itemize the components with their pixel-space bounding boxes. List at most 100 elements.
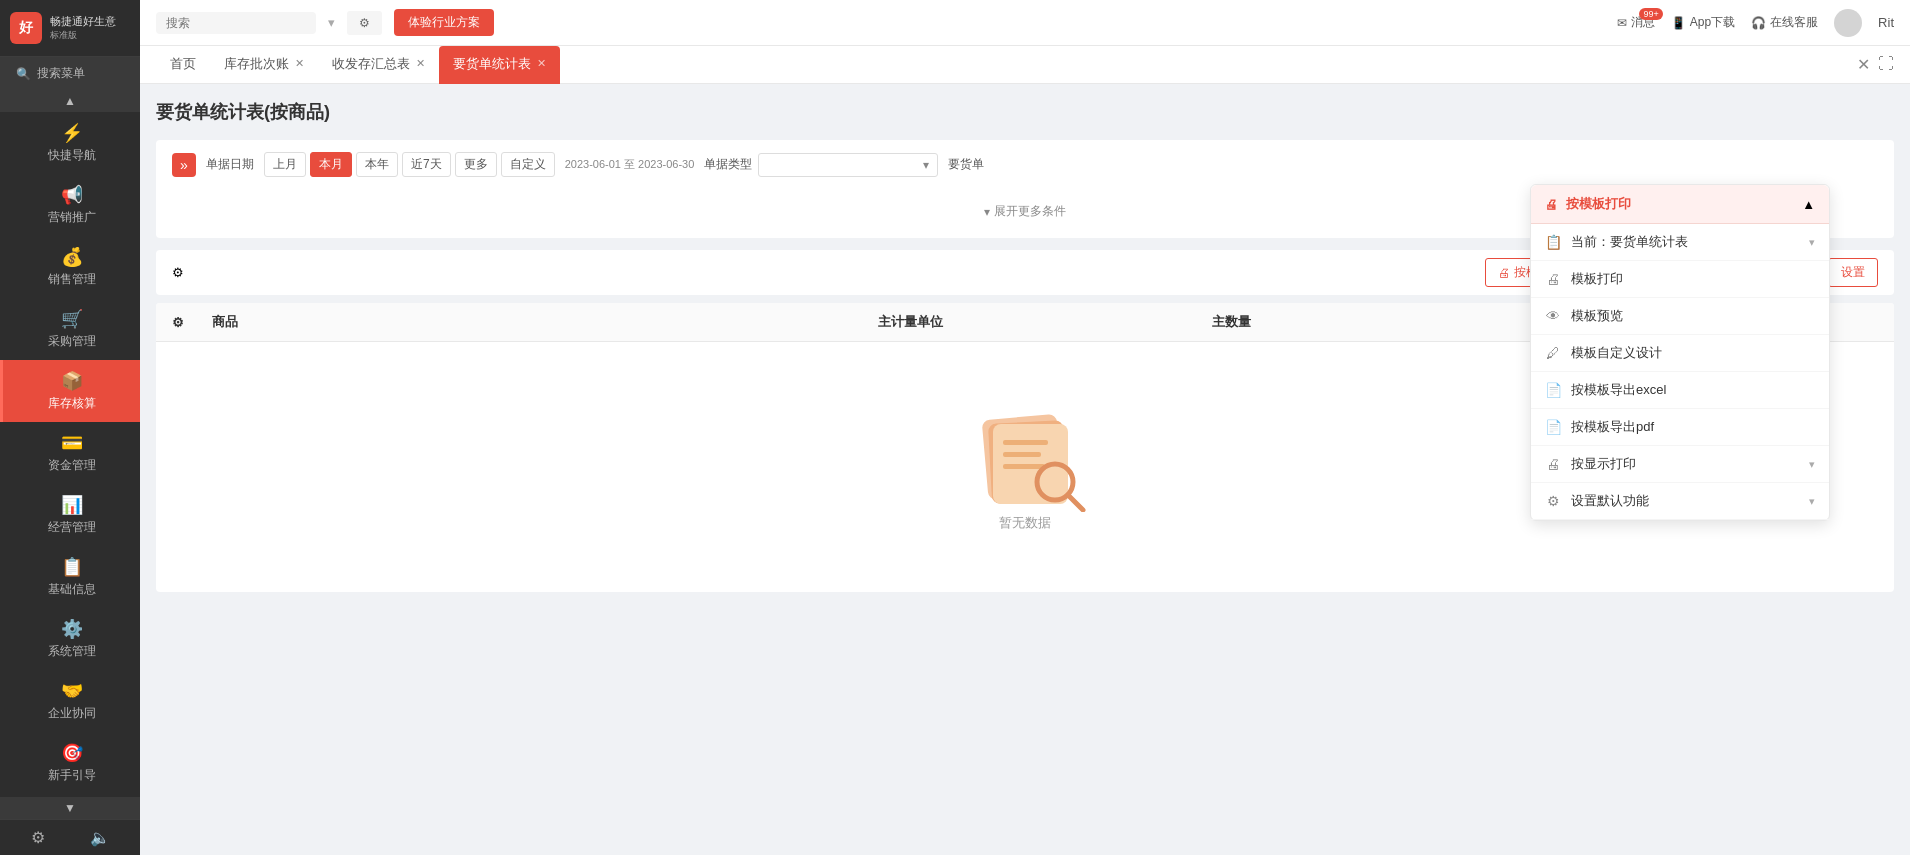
- dropdown-close-arrow[interactable]: ▲: [1802, 197, 1815, 212]
- template-design-icon: 🖊: [1545, 345, 1561, 361]
- dropdown-current-template[interactable]: 📋 当前：要货单统计表 ▾: [1531, 224, 1829, 261]
- sidebar-item-sales[interactable]: 💰 销售管理: [0, 236, 140, 298]
- quick-nav-label: 快捷导航: [48, 147, 96, 164]
- tab-order-summary[interactable]: 要货单统计表 ✕: [439, 46, 560, 84]
- date-btn-this-month[interactable]: 本月: [310, 152, 352, 177]
- empty-message: 暂无数据: [999, 514, 1051, 532]
- basic-label: 基础信息: [48, 581, 96, 598]
- dropdown-display-print[interactable]: 🖨 按显示打印 ▾: [1531, 446, 1829, 483]
- tab-batch-close[interactable]: ✕: [295, 57, 304, 70]
- col-settings[interactable]: ⚙: [172, 315, 212, 330]
- online-service-label: 在线客服: [1770, 14, 1818, 31]
- collab-icon: 🤝: [61, 680, 83, 702]
- order-type-filter: 单据类型 ▾: [704, 153, 938, 177]
- export-excel-icon: 📄: [1545, 382, 1561, 398]
- sidebar-scroll-up[interactable]: ▲: [0, 90, 140, 112]
- date-btn-last-month[interactable]: 上月: [264, 152, 306, 177]
- display-print-label: 按显示打印: [1571, 455, 1636, 473]
- online-service-btn[interactable]: 🎧 在线客服: [1751, 14, 1818, 31]
- filter-expand-btn[interactable]: »: [172, 153, 196, 177]
- sidebar-item-marketing[interactable]: 📢 营销推广: [0, 174, 140, 236]
- sidebar-bottom: ⚙ 🔈: [0, 819, 140, 855]
- display-print-arrow: ▾: [1809, 458, 1815, 471]
- audio-btn[interactable]: 🔈: [90, 828, 110, 847]
- tab-order-label: 要货单统计表: [453, 55, 531, 73]
- trial-btn[interactable]: 体验行业方案: [394, 9, 494, 36]
- search-dropdown-arrow[interactable]: ▾: [328, 15, 335, 30]
- search-input[interactable]: [166, 16, 306, 30]
- order-type-arrow: ▾: [923, 158, 929, 172]
- dropdown-template-preview[interactable]: 👁 模板预览: [1531, 298, 1829, 335]
- system-label: 系统管理: [48, 643, 96, 660]
- template-design-label: 模板自定义设计: [1571, 344, 1662, 362]
- basic-icon: 📋: [61, 556, 83, 578]
- svg-rect-5: [1003, 464, 1045, 469]
- print-dropdown-icon: 🖨: [1545, 197, 1558, 212]
- avatar[interactable]: [1834, 9, 1862, 37]
- finance-icon: 💳: [61, 432, 83, 454]
- tab-collection-close[interactable]: ✕: [416, 57, 425, 70]
- dropdown-display-left: 🖨 按显示打印: [1545, 455, 1636, 473]
- dropdown-export-pdf[interactable]: 📄 按模板导出pdf: [1531, 409, 1829, 446]
- dropdown-default-func[interactable]: ⚙ 设置默认功能 ▾: [1531, 483, 1829, 520]
- collab-label: 企业协同: [48, 705, 96, 722]
- newbie-label: 新手引导: [48, 767, 96, 784]
- dropdown-template-design[interactable]: 🖊 模板自定义设计: [1531, 335, 1829, 372]
- page-content: 要货单统计表(按商品) » 单据日期 上月 本月 本年 近7天 更多 自定义 2…: [140, 84, 1910, 855]
- tab-expand-btn[interactable]: ⛶: [1878, 55, 1894, 74]
- dropdown-header[interactable]: 🖨 按模板打印 ▲: [1531, 185, 1829, 224]
- app-logo: 好 畅捷通好生意 标准版: [0, 0, 140, 57]
- date-btn-7days[interactable]: 近7天: [402, 152, 451, 177]
- tab-batch-account[interactable]: 库存批次账 ✕: [210, 46, 318, 84]
- logo-icon: 好: [10, 12, 42, 44]
- sidebar-item-business[interactable]: 📊 经营管理: [0, 484, 140, 546]
- newbie-icon: 🎯: [61, 742, 83, 764]
- sidebar-item-collab[interactable]: 🤝 企业协同: [0, 670, 140, 732]
- sidebar-item-newbie[interactable]: 🎯 新手引导: [0, 732, 140, 794]
- sidebar-item-basic[interactable]: 📋 基础信息: [0, 546, 140, 608]
- inventory-label: 库存核算: [48, 395, 96, 412]
- settings-label: 设置: [1841, 264, 1865, 281]
- sidebar-item-inventory[interactable]: 📦 库存核算: [0, 360, 140, 422]
- purchase-label: 采购管理: [48, 333, 96, 350]
- expand-chevron-icon: ▾: [984, 205, 990, 219]
- order-type-select[interactable]: ▾: [758, 153, 938, 177]
- settings-btn[interactable]: 设置: [1828, 258, 1878, 287]
- date-buttons: 上月 本月 本年 近7天 更多 自定义: [264, 152, 555, 177]
- print-dropdown: 🖨 按模板打印 ▲ 📋 当前：要货单统计表 ▾ 🖨 模板打印 👁 模板预览: [1530, 184, 1830, 521]
- tab-collection-label: 收发存汇总表: [332, 55, 410, 73]
- sidebar-item-quick-nav[interactable]: ⚡ 快捷导航: [0, 112, 140, 174]
- app-download-btn[interactable]: 📱 App下载: [1671, 14, 1735, 31]
- marketing-label: 营销推广: [48, 209, 96, 226]
- sidebar-item-finance[interactable]: 💳 资金管理: [0, 422, 140, 484]
- table-settings-icon[interactable]: ⚙: [172, 265, 184, 280]
- top-bar-right: ✉ 消息 99+ 📱 App下载 🎧 在线客服 Rit: [1617, 9, 1894, 37]
- search-box[interactable]: [156, 12, 316, 34]
- settings-icon-btn[interactable]: ⚙: [347, 11, 382, 35]
- date-btn-custom[interactable]: 自定义: [501, 152, 555, 177]
- dropdown-header-left: 🖨 按模板打印: [1545, 195, 1631, 213]
- page-title: 要货单统计表(按商品): [156, 100, 1894, 124]
- date-btn-more[interactable]: 更多: [455, 152, 497, 177]
- tab-close-all-btn[interactable]: ✕: [1857, 55, 1870, 74]
- app-version: 标准版: [50, 29, 116, 42]
- tab-order-close[interactable]: ✕: [537, 57, 546, 70]
- settings-bottom-btn[interactable]: ⚙: [31, 828, 45, 847]
- dropdown-export-excel[interactable]: 📄 按模板导出excel: [1531, 372, 1829, 409]
- date-btn-this-year[interactable]: 本年: [356, 152, 398, 177]
- sales-icon: 💰: [61, 246, 83, 268]
- messages-btn[interactable]: ✉ 消息 99+: [1617, 14, 1655, 31]
- inventory-icon: 📦: [61, 370, 83, 392]
- tab-collection-summary[interactable]: 收发存汇总表 ✕: [318, 46, 439, 84]
- sidebar-scroll-down[interactable]: ▼: [0, 797, 140, 819]
- marketing-icon: 📢: [61, 184, 83, 206]
- date-range-display: 2023-06-01 至 2023-06-30: [565, 157, 695, 172]
- top-bar: ▾ ⚙ 体验行业方案 ✉ 消息 99+ 📱 App下载 🎧 在线客服 Rit: [140, 0, 1910, 46]
- sidebar-search[interactable]: 🔍 搜索菜单: [0, 57, 140, 90]
- tab-home[interactable]: 首页: [156, 46, 210, 84]
- sidebar-item-purchase[interactable]: 🛒 采购管理: [0, 298, 140, 360]
- svg-rect-4: [1003, 452, 1041, 457]
- dropdown-template-print[interactable]: 🖨 模板打印: [1531, 261, 1829, 298]
- current-template-label: 当前：要货单统计表: [1571, 233, 1688, 251]
- sidebar-item-system[interactable]: ⚙️ 系统管理: [0, 608, 140, 670]
